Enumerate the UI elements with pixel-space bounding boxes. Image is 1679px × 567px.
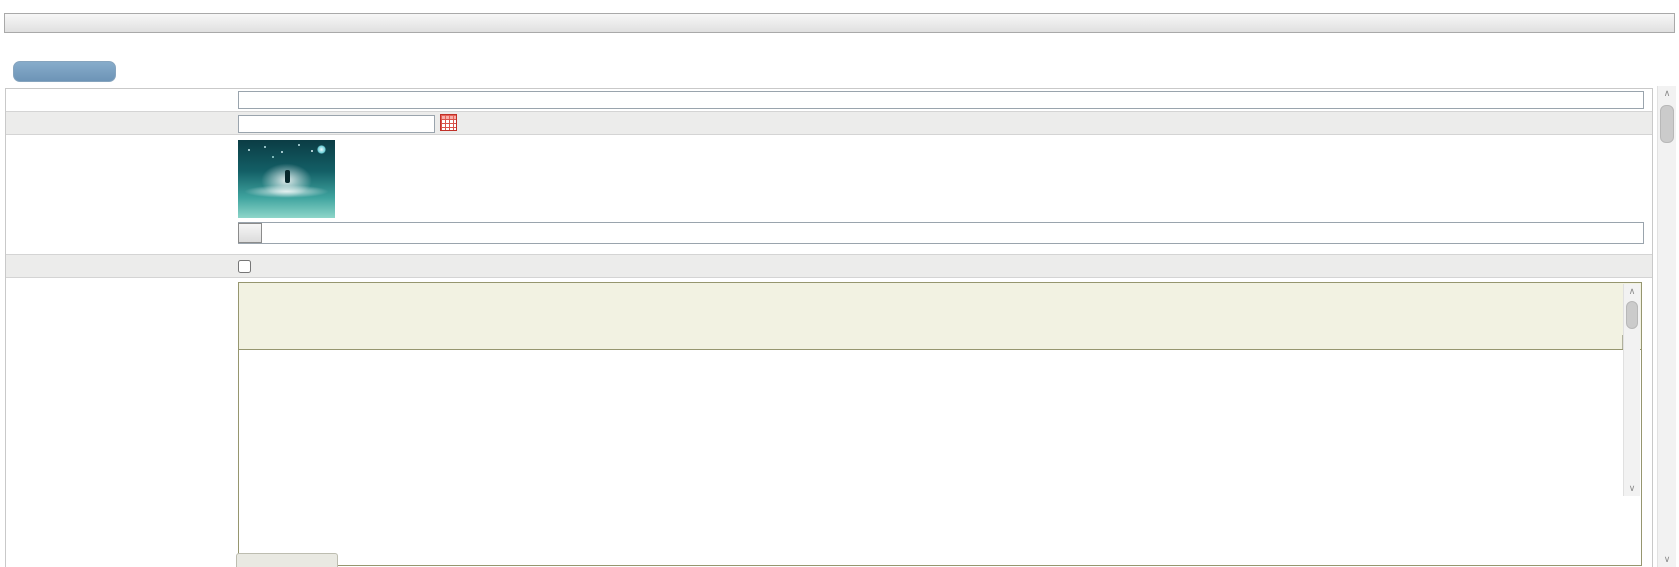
rich-text-editor: ▴ ∧ ∨ [238,282,1642,566]
editor-toolbar-row2 [239,305,1641,327]
editor-scroll-thumb[interactable] [1626,301,1638,329]
form-row-name [6,89,1652,112]
editor-scroll-down-button[interactable]: ∨ [1624,481,1640,496]
editor-toolbar-row3 [239,327,1641,349]
editor-bottom-bar [236,553,338,567]
page-scroll-down-button[interactable]: ∨ [1658,552,1676,567]
page-scroll-up-button[interactable]: ∧ [1658,86,1676,101]
date-input[interactable] [238,114,435,133]
thumbnail-figure [284,169,290,183]
form-row-photo [6,135,1652,255]
calendar-icon[interactable] [440,114,457,131]
breadcrumb [13,42,18,57]
thumbnail-floor-glow [243,185,330,198]
save-button[interactable] [13,61,116,82]
editor-scroll-up-button[interactable]: ∧ [1624,284,1640,299]
active-checkbox[interactable] [238,260,251,273]
user-strip [0,0,1673,13]
editor-toolbar-row1 [239,283,1641,305]
editor-scrollbar[interactable]: ∧ ∨ [1623,284,1640,496]
browse-button[interactable] [238,223,262,243]
header-photo-thumbnail [238,140,335,218]
admin-news-editor-screen: ▴ ∧ ∨ ∧ ∨ [0,0,1679,567]
editor-content[interactable] [239,349,1641,565]
page-scrollbar[interactable]: ∧ ∨ [1657,86,1676,567]
form-row-active [6,255,1652,278]
thumbnail-stars [248,149,250,151]
name-input[interactable] [238,91,1644,109]
form-row-date [6,112,1652,135]
file-input[interactable] [238,222,1644,244]
form-row-description: ▴ ∧ ∨ [6,278,1652,567]
main-nav [4,13,1675,33]
news-edit-form: ▴ ∧ ∨ [5,88,1653,567]
page-scroll-thumb[interactable] [1660,105,1674,143]
thumbnail-bright-spot [317,145,326,154]
